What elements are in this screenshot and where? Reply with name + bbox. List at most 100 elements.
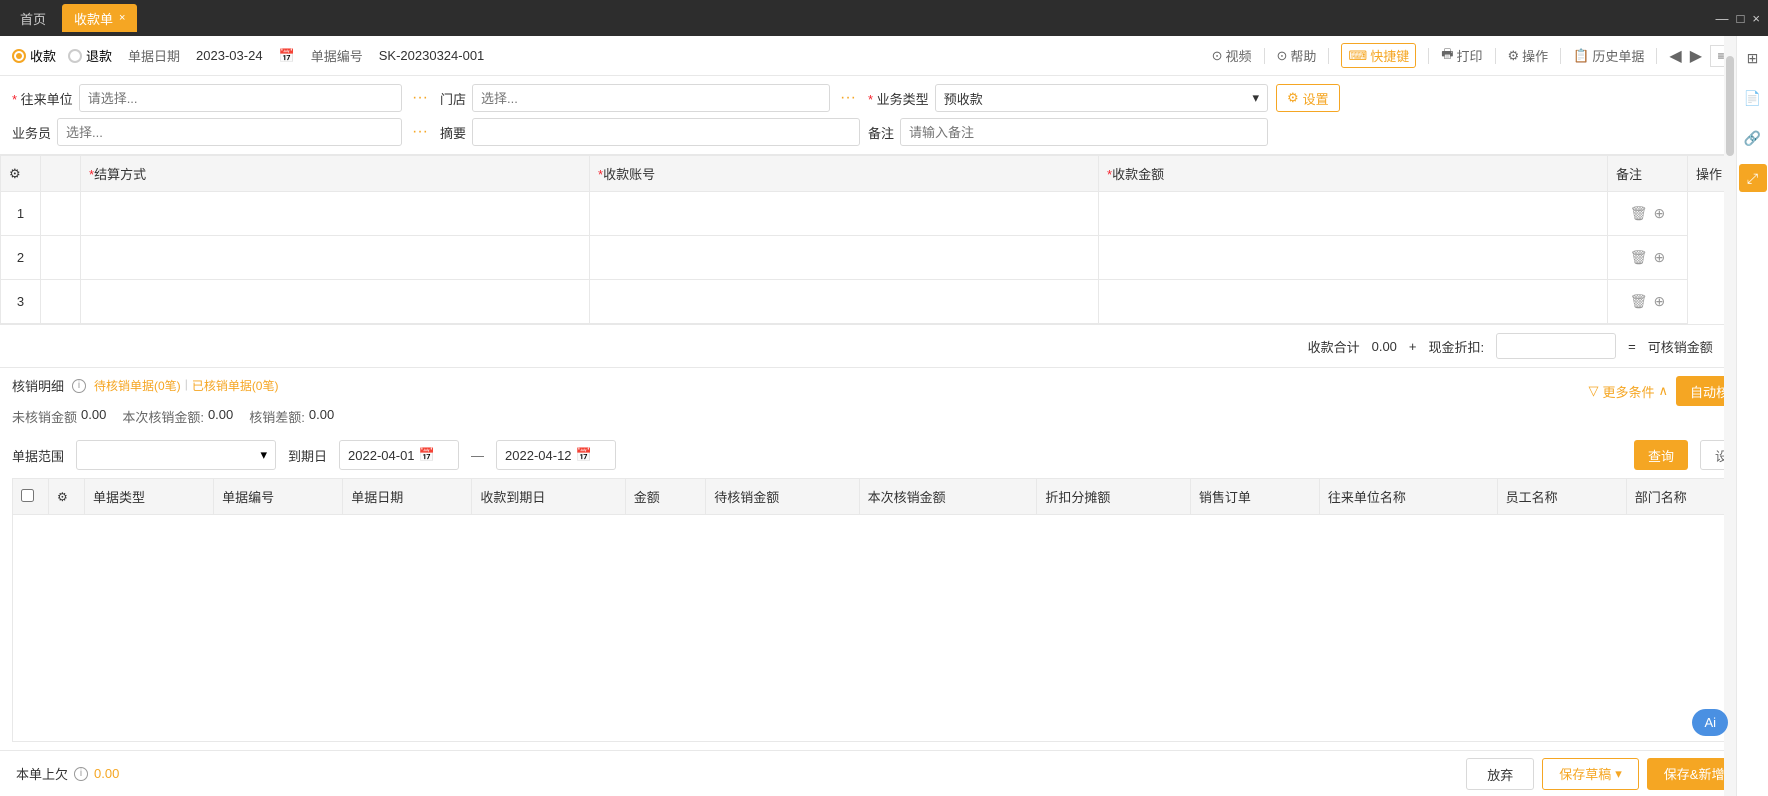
partner-ellipsis[interactable]: ··· <box>408 89 432 107</box>
minimize-icon[interactable]: — <box>1716 11 1729 26</box>
row1-remark[interactable] <box>1099 192 1608 236</box>
form-row-1: 往来单位 ··· 门店 ··· 业务类型 预收款 ▾ ⚙ 设置 <box>12 84 1756 112</box>
row1-settle[interactable] <box>41 192 81 236</box>
remark-input[interactable] <box>900 118 1268 146</box>
writeoff-section: 核销明细 i 待核销单据(0笔) | 已核销单据(0笔) 未核销金额 0.00 … <box>0 368 1768 750</box>
row1-delete-icon[interactable]: 🗑 <box>1630 205 1648 222</box>
form-fields: 往来单位 ··· 门店 ··· 业务类型 预收款 ▾ ⚙ 设置 <box>0 76 1768 155</box>
biz-type-select[interactable]: 预收款 ▾ <box>935 84 1268 112</box>
th-sales-order: 销售订单 <box>1190 479 1319 515</box>
operation-icon: ⚙ <box>1508 48 1520 64</box>
range-select[interactable]: ▾ <box>76 440 276 470</box>
row3-account[interactable] <box>81 280 590 324</box>
history-btn[interactable]: 📋 历史单据 <box>1573 46 1644 65</box>
row2-account[interactable] <box>81 236 590 280</box>
select-all-checkbox[interactable] <box>21 489 34 502</box>
staff-ellipsis[interactable]: ··· <box>408 123 432 141</box>
bt-amount-header: 金额 <box>634 490 660 505</box>
amount-header: 收款金额 <box>1112 167 1164 182</box>
number-label: 单据编号 <box>311 46 363 65</box>
cal-icon-from: 📅 <box>419 447 435 463</box>
row1-amount[interactable] <box>590 192 1099 236</box>
number-value: SK-20230324-001 <box>379 48 485 63</box>
save-draft-btn[interactable]: 保存草稿 ▾ <box>1542 758 1639 790</box>
scrollbar[interactable] <box>1724 36 1736 796</box>
row1-copy-icon[interactable]: ⊕ <box>1654 205 1666 222</box>
print-icon: 🖶 <box>1441 45 1453 67</box>
total-value: 0.00 <box>1372 339 1397 354</box>
table-row: 3 🗑 ⊕ <box>1 280 1768 324</box>
radio-refund[interactable]: 退款 <box>68 46 112 65</box>
unverified-label: 未核销金额 <box>12 407 77 426</box>
receipt-type-group: 收款 退款 <box>12 46 112 65</box>
gear-icon: ⚙ <box>1287 90 1299 106</box>
row2-copy-icon[interactable]: ⊕ <box>1654 249 1666 266</box>
range-dropdown-icon: ▾ <box>260 447 267 463</box>
partner-input[interactable] <box>79 84 402 112</box>
summary-input[interactable] <box>472 118 860 146</box>
next-icon[interactable]: ▶ <box>1690 46 1702 66</box>
done-tab[interactable]: 已核销单据(0笔) <box>192 377 279 394</box>
remark-header: 备注 <box>1616 167 1642 182</box>
more-conditions-btn[interactable]: ▽ 更多条件 ∧ <box>1588 382 1668 401</box>
row3-settle[interactable] <box>41 280 81 324</box>
ai-label: Ai <box>1704 715 1716 730</box>
print-btn[interactable]: 🖶 打印 <box>1441 45 1482 67</box>
row3-remark[interactable] <box>1099 280 1608 324</box>
prev-icon[interactable]: ◀ <box>1669 46 1681 66</box>
query-btn[interactable]: 查询 <box>1634 440 1688 470</box>
operation-btn[interactable]: ⚙ 操作 <box>1508 46 1549 65</box>
pending-tab[interactable]: 待核销单据(0笔) <box>94 377 181 394</box>
settings-button[interactable]: ⚙ 设置 <box>1276 84 1340 112</box>
save-new-label: 保存&新增 <box>1664 764 1725 783</box>
row3-delete-icon[interactable]: 🗑 <box>1630 293 1648 310</box>
action-header: 操作 <box>1696 167 1722 182</box>
date-to-input[interactable]: 2022-04-12 📅 <box>496 440 616 470</box>
staff-input[interactable] <box>57 118 402 146</box>
radio-receive[interactable]: 收款 <box>12 46 56 65</box>
footer-info-icon[interactable]: i <box>74 767 88 781</box>
maximize-icon[interactable]: □ <box>1737 11 1745 26</box>
table-row: 1 🗑 ⊕ <box>1 192 1768 236</box>
abandon-btn[interactable]: 放弃 <box>1466 758 1534 790</box>
section-tabs: 待核销单据(0笔) | 已核销单据(0笔) <box>94 377 278 394</box>
info-icon[interactable]: i <box>72 379 86 393</box>
nav-tab-home[interactable]: 首页 <box>8 4 58 32</box>
row2-remark[interactable] <box>1099 236 1608 280</box>
row2-settle[interactable] <box>41 236 81 280</box>
row3-amount[interactable] <box>590 280 1099 324</box>
video-btn[interactable]: ⊙ 视频 <box>1212 46 1252 65</box>
nav-tab-receipt[interactable]: 收款单 × <box>62 4 137 32</box>
ai-badge[interactable]: Ai <box>1692 709 1728 736</box>
shortcut-icon: ⌨ <box>1348 48 1367 64</box>
row2-delete-icon[interactable]: 🗑 <box>1630 249 1648 266</box>
th-remark: 备注 <box>1608 156 1688 192</box>
row2-amount[interactable] <box>590 236 1099 280</box>
current-value: 0.00 <box>208 407 233 426</box>
sidebar-expand-icon[interactable]: ⤢ <box>1739 164 1767 192</box>
shop-ellipsis[interactable]: ··· <box>836 89 860 107</box>
divider4 <box>1495 48 1496 64</box>
shortcut-btn[interactable]: ⌨ 快捷键 <box>1341 43 1416 68</box>
sidebar-link-icon[interactable]: 🔗 <box>1739 124 1767 152</box>
close-window-icon[interactable]: × <box>1752 11 1760 26</box>
help-btn[interactable]: ⊙ 帮助 <box>1277 46 1317 65</box>
th-bottom-settings[interactable]: ⚙ <box>49 479 85 515</box>
discount-input[interactable] <box>1496 333 1616 359</box>
summary-label: 摘要 <box>440 123 466 142</box>
date-from-input[interactable]: 2022-04-01 📅 <box>339 440 459 470</box>
shop-input[interactable] <box>472 84 830 112</box>
radio-receive-dot <box>12 49 26 63</box>
sidebar-table-icon[interactable]: ⊞ <box>1739 44 1767 72</box>
due-label: 到期日 <box>288 446 327 465</box>
row1-account[interactable] <box>81 192 590 236</box>
calendar-icon[interactable]: 📅 <box>279 48 295 64</box>
close-tab-icon[interactable]: × <box>119 12 125 24</box>
sidebar-doc-icon[interactable]: 📄 <box>1739 84 1767 112</box>
partner-header: 往来单位名称 <box>1328 490 1406 505</box>
pending-header: 待核销金额 <box>714 490 779 505</box>
main-area: 收款 退款 单据日期 2023-03-24 📅 单据编号 SK-20230324… <box>0 36 1768 796</box>
row3-copy-icon[interactable]: ⊕ <box>1654 293 1666 310</box>
row-num-2: 2 <box>1 236 41 280</box>
th-settings[interactable]: ⚙ <box>1 156 41 192</box>
